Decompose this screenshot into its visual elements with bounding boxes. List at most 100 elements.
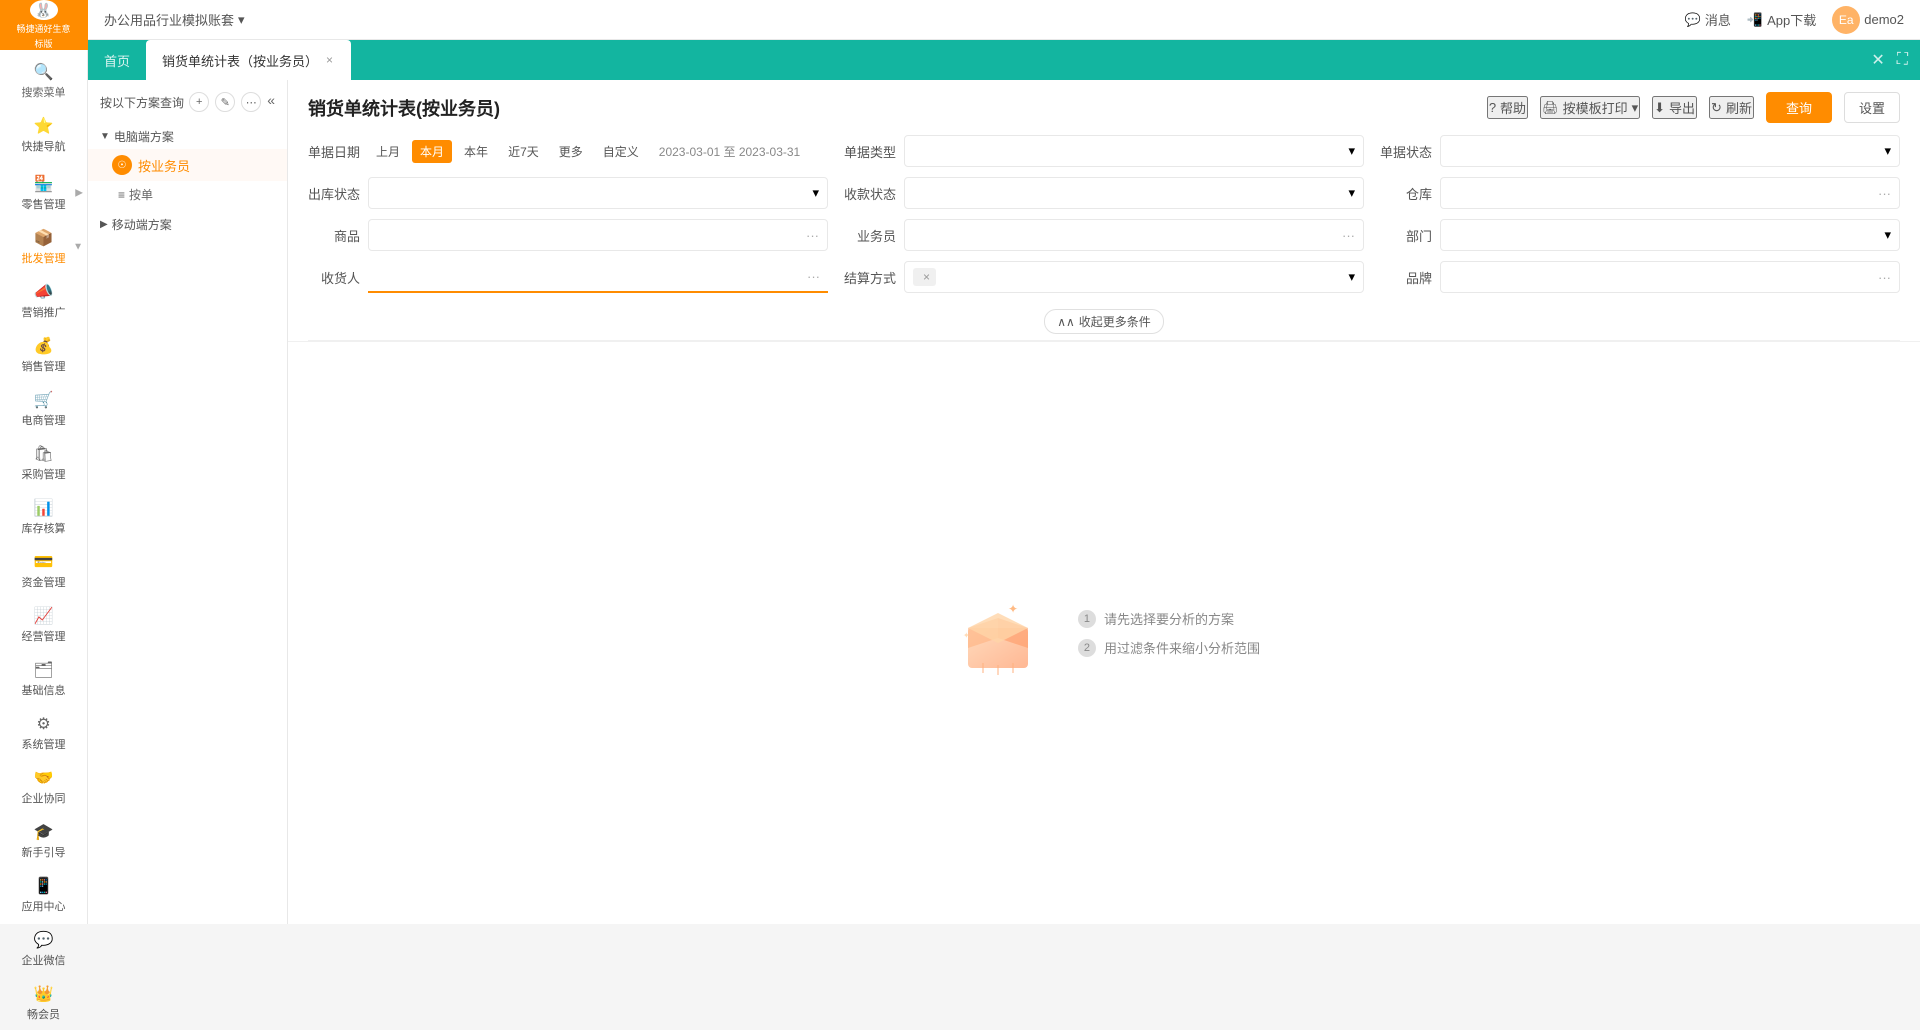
consignee-dots[interactable]: ··· [807, 269, 820, 284]
tab-sales-stats[interactable]: 销货单统计表（按业务员） × [146, 40, 351, 80]
query-btn[interactable]: 查询 [1766, 92, 1832, 123]
7days-tab[interactable]: 近7天 [500, 140, 547, 163]
sidebar-item-member[interactable]: 👑 畅会员 [0, 976, 87, 1030]
salesman-scheme-icon: ☉ [112, 155, 132, 175]
finance-label: 资金管理 [22, 574, 66, 590]
app-sublabel: 标版 [34, 37, 52, 50]
help-btn[interactable]: ? 帮助 [1487, 96, 1528, 119]
scheme-item-salesman[interactable]: ☉ 按业务员 [88, 149, 287, 181]
settlement-tag[interactable]: × [913, 268, 936, 286]
enterprise-label: 企业协同 [22, 790, 66, 806]
page-title-row: 销货单统计表(按业务员) ? 帮助 🖨 按模板打印 ▾ ⬇ [308, 92, 1900, 123]
sidebar-item-sales[interactable]: 💰 销售管理 [0, 328, 87, 382]
download-icon: 📲 [1747, 12, 1763, 28]
collapse-panel-btn[interactable]: « [267, 92, 275, 112]
search-menu-btn[interactable]: 🔍 搜索菜单 [22, 58, 66, 104]
sidebar-item-enterprise[interactable]: 🤝 企业协同 [0, 760, 87, 814]
sidebar-item-ecommerce[interactable]: 🛒 电商管理 [0, 382, 87, 436]
sidebar-item-shortcut[interactable]: ⭐ 快捷导航 [0, 108, 87, 162]
print-btn[interactable]: 🖨 按模板打印 ▾ [1540, 96, 1640, 119]
goods-input[interactable]: ··· [368, 219, 828, 251]
guide-label: 新手引导 [22, 844, 66, 860]
out-status-select[interactable]: ▾ [368, 177, 828, 209]
collapse-filters-btn[interactable]: ∧∧ 收起更多条件 [1044, 309, 1164, 334]
sidebar-item-marketing[interactable]: 📣 营销推广 [0, 274, 87, 328]
marketing-label: 营销推广 [22, 304, 66, 320]
consignee-input[interactable]: ··· [368, 261, 828, 293]
settlement-label: 结算方式 [844, 268, 896, 287]
add-scheme-btn[interactable]: + [189, 92, 209, 112]
this-year-tab[interactable]: 本年 [456, 140, 496, 163]
brand-input[interactable]: ··· [1440, 261, 1900, 293]
desktop-scheme-group: ▼ 电脑端方案 ☉ 按业务员 ≡ 按单 [88, 120, 287, 212]
warehouse-input[interactable]: ··· [1440, 177, 1900, 209]
sidebar-item-apps[interactable]: 📱 应用中心 [0, 868, 87, 922]
type-select[interactable]: ▾ [904, 135, 1364, 167]
mobile-scheme-header[interactable]: ▶ 移动端方案 [88, 212, 287, 237]
app-download-btn[interactable]: 📲 App下载 [1747, 10, 1816, 29]
warehouse-filter-cell: 仓库 ··· [1380, 177, 1900, 209]
maximize-icon[interactable]: ⛶ [1897, 51, 1908, 69]
shortcut-icon: ⭐ [34, 116, 54, 136]
scheme-subitem-order[interactable]: ≡ 按单 [88, 181, 287, 208]
retail-arrow: ▶ [75, 188, 83, 199]
more-scheme-btn[interactable]: ⋯ [241, 92, 261, 112]
edit-icon: ✎ [221, 96, 230, 109]
message-icon: 💬 [1685, 12, 1701, 28]
edit-scheme-btn[interactable]: ✎ [215, 92, 235, 112]
topbar-left: 办公用品行业模拟账套 ▾ [104, 10, 245, 29]
desktop-scheme-header[interactable]: ▼ 电脑端方案 [88, 124, 287, 149]
salesman-input[interactable]: ··· [904, 219, 1364, 251]
content-area: 按以下方案查询 + ✎ ⋯ « ▼ 电脑端方案 [88, 80, 1920, 924]
settlement-clear-btn[interactable]: × [923, 270, 930, 284]
prev-month-tab[interactable]: 上月 [368, 140, 408, 163]
settlement-select[interactable]: × ▾ [904, 261, 1364, 293]
salesman-filter-cell: 业务员 ··· [844, 219, 1364, 251]
scheme-panel-icons: + ✎ ⋯ « [189, 92, 275, 112]
tab-close-btn[interactable]: × [324, 51, 335, 69]
operation-label: 经营管理 [22, 628, 66, 644]
sidebar-item-retail[interactable]: 🏪 零售管理 ▶ [0, 166, 87, 220]
sidebar-item-purchase[interactable]: 🛍 采购管理 [0, 436, 87, 490]
tab-home[interactable]: 首页 [88, 40, 146, 80]
wholesale-label: 批发管理 [22, 250, 66, 266]
more-tab[interactable]: 更多 [551, 140, 591, 163]
export-btn[interactable]: ⬇ 导出 [1652, 96, 1697, 119]
salesman-dots[interactable]: ··· [1342, 228, 1355, 243]
consignee-label: 收货人 [308, 268, 360, 287]
sidebar-item-operation[interactable]: 📈 经营管理 [0, 598, 87, 652]
message-btn[interactable]: 💬 消息 [1685, 10, 1731, 29]
brand-filter-cell: 品牌 ··· [1380, 261, 1900, 293]
goods-dots[interactable]: ··· [806, 228, 819, 243]
dept-filter-cell: 部门 ▾ [1380, 219, 1900, 251]
receipt-status-select[interactable]: ▾ [904, 177, 1364, 209]
sidebar-item-finance[interactable]: 💳 资金管理 [0, 544, 87, 598]
sidebar-item-inventory[interactable]: 📊 库存核算 [0, 490, 87, 544]
this-month-tab[interactable]: 本月 [412, 140, 452, 163]
user-avatar: Ea [1832, 6, 1860, 34]
more-icon: ⋯ [246, 96, 257, 109]
status-select[interactable]: ▾ [1440, 135, 1900, 167]
refresh-btn[interactable]: ↻ 刷新 [1709, 96, 1754, 119]
app-logo[interactable]: 🐰 畅捷通好生意 标版 [0, 0, 88, 50]
custom-tab[interactable]: 自定义 [595, 140, 647, 163]
refresh-label: 刷新 [1726, 98, 1752, 117]
sidebar-item-wechat[interactable]: 💬 企业微信 [0, 922, 87, 976]
main-area: 办公用品行业模拟账套 ▾ 💬 消息 📲 App下载 Ea demo2 首页 销货… [88, 0, 1920, 924]
settings-btn[interactable]: 设置 [1844, 92, 1900, 123]
member-label: 畅会员 [27, 1006, 60, 1022]
page-actions: ? 帮助 🖨 按模板打印 ▾ ⬇ 导出 ↻ [1487, 92, 1900, 123]
brand-dots[interactable]: ··· [1878, 270, 1891, 285]
warehouse-dots[interactable]: ··· [1878, 186, 1891, 201]
close-window-icon[interactable]: ✕ [1871, 50, 1884, 70]
account-dropdown[interactable]: 办公用品行业模拟账套 ▾ [104, 10, 245, 29]
member-icon: 👑 [34, 984, 54, 1004]
sidebar-item-system[interactable]: ⚙ 系统管理 [0, 706, 87, 760]
user-menu[interactable]: Ea demo2 [1832, 6, 1904, 34]
dept-select[interactable]: ▾ [1440, 219, 1900, 251]
sidebar-item-wholesale[interactable]: 📦 批发管理 ▼ [0, 220, 87, 274]
sidebar-item-base[interactable]: 🗂 基础信息 [0, 652, 87, 706]
sidebar-item-guide[interactable]: 🎓 新手引导 [0, 814, 87, 868]
ecommerce-label: 电商管理 [22, 412, 66, 428]
search-icon: 🔍 [34, 62, 54, 82]
